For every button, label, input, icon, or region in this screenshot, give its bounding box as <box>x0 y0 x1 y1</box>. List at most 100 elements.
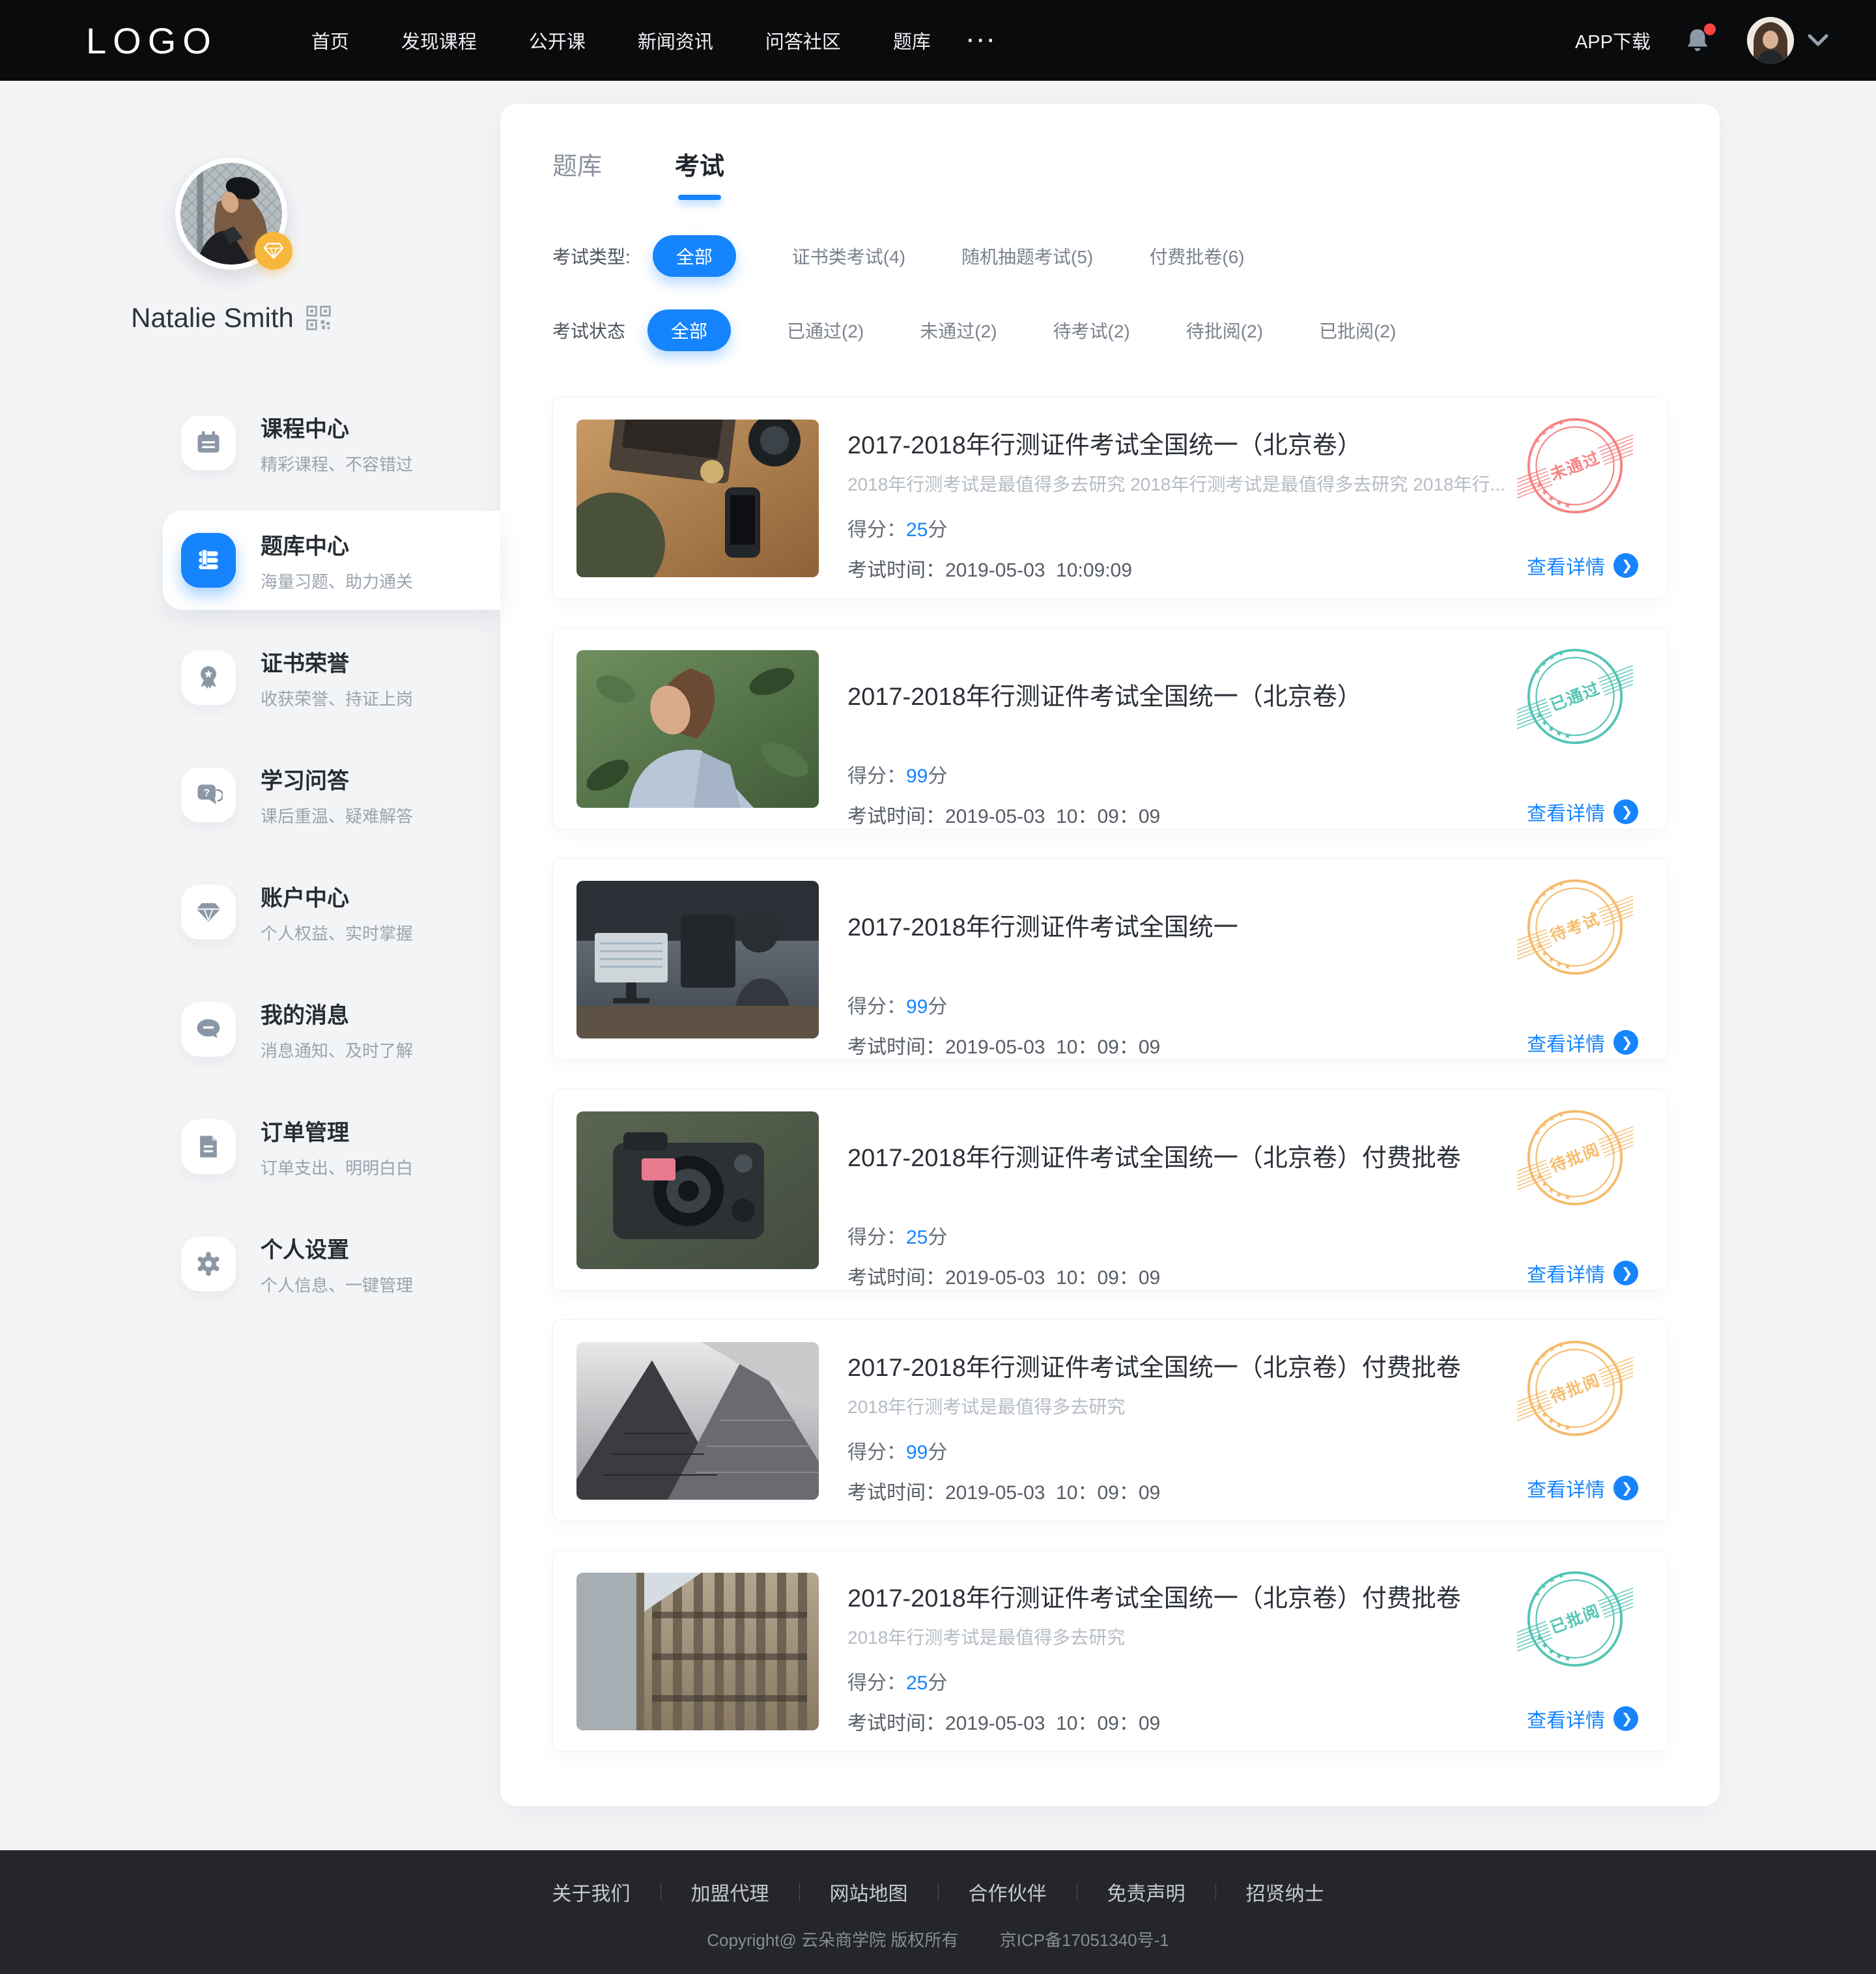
svg-text:已批阅: 已批阅 <box>1548 1601 1603 1637</box>
nav-item-home[interactable]: 首页 <box>311 27 349 54</box>
filter-option-all[interactable]: 全部 <box>652 235 736 277</box>
tab-question-bank[interactable]: 题库 <box>552 146 602 182</box>
arrow-right-icon: ❯ <box>1613 1476 1638 1500</box>
chevron-down-icon[interactable] <box>1807 33 1829 48</box>
notification-bell-icon[interactable] <box>1684 23 1716 55</box>
view-details-link[interactable]: 查看详情 ❯ <box>1527 1704 1638 1733</box>
svg-text:★ ★ ★ ★: ★ ★ ★ ★ <box>1531 648 1566 677</box>
active-tab-underline <box>678 195 722 200</box>
nav-item-qa-community[interactable]: 问答社区 <box>765 27 841 54</box>
gear-icon <box>181 1237 236 1291</box>
sidebar-item-order-management[interactable]: 订单管理 订单支出、明明白白 <box>163 1097 500 1196</box>
footer-link-partners[interactable]: 合作伙伴 <box>969 1878 1047 1906</box>
nav-item-discover-courses[interactable]: 发现课程 <box>401 27 477 54</box>
filter-option-passed[interactable]: 已通过(2) <box>787 317 864 343</box>
svg-text:★ ★ ★ ★: ★ ★ ★ ★ <box>1531 1339 1566 1369</box>
icp-number: 京ICP备17051340号-1 <box>999 1930 1169 1950</box>
view-details-link[interactable]: 查看详情 ❯ <box>1527 1028 1638 1057</box>
more-menu-icon[interactable]: ··· <box>967 29 998 53</box>
view-details-link[interactable]: 查看详情 ❯ <box>1527 551 1638 580</box>
view-details-link[interactable]: 查看详情 ❯ <box>1527 797 1638 826</box>
footer-links: 关于我们 加盟代理 网站地图 合作伙伴 免责声明 招贤纳士 <box>0 1850 1876 1906</box>
score-value: 99 <box>906 996 928 1018</box>
sidebar-item-course-center[interactable]: 课程中心 精彩课程、不容错过 <box>163 393 500 493</box>
vip-diamond-badge <box>255 232 292 270</box>
score-value: 25 <box>906 1227 928 1248</box>
nav-item-question-bank[interactable]: 题库 <box>893 27 931 54</box>
time-value: 2019-05-03 10：09：09 <box>945 1713 1161 1734</box>
filter-option-reviewed[interactable]: 已批阅(2) <box>1319 317 1396 343</box>
sidebar-item-personal-settings[interactable]: 个人设置 个人信息、一键管理 <box>163 1214 500 1313</box>
filter-option-certificate-exams[interactable]: 证书类考试(4) <box>792 243 905 269</box>
footer-link-sitemap[interactable]: 网站地图 <box>830 1878 908 1906</box>
time-value: 2019-05-03 10：09：09 <box>945 806 1161 827</box>
footer-link-recruitment[interactable]: 招贤纳士 <box>1246 1878 1324 1906</box>
exam-card: 2017-2018年行测证件考试全国统一（北京卷） 2018年行测考试是最值得多… <box>552 397 1668 599</box>
exam-title: 2017-2018年行测证件考试全国统一（北京卷） <box>847 683 1362 711</box>
nav-item-open-class[interactable]: 公开课 <box>529 27 586 54</box>
nav-user-avatar[interactable] <box>1747 17 1794 64</box>
user-profile: Natalie Smith <box>0 158 462 334</box>
svg-text:未通过: 未通过 <box>1548 448 1603 484</box>
sidebar-item-subtitle: 消息通知、及时了解 <box>261 1040 414 1061</box>
sidebar-item-learning-qa[interactable]: ? 学习问答 课后重温、疑难解答 <box>163 745 500 844</box>
logo[interactable]: LOGO <box>86 20 218 62</box>
order-document-icon <box>181 1119 236 1174</box>
score-value: 99 <box>906 765 928 787</box>
svg-text:★ ★ ★ ★: ★ ★ ★ ★ <box>1531 1570 1566 1599</box>
filter-option-failed[interactable]: 未通过(2) <box>920 317 997 343</box>
arrow-right-icon: ❯ <box>1613 799 1638 824</box>
sidebar-item-question-bank-center[interactable]: 题库中心 海量习题、助力通关 <box>163 511 500 610</box>
filter-option-to-review[interactable]: 待批阅(2) <box>1186 317 1263 343</box>
medal-icon <box>181 650 236 705</box>
exam-score: 得分：99分 <box>847 996 948 1018</box>
arrow-right-icon: ❯ <box>1613 1706 1638 1731</box>
qr-code-icon[interactable] <box>306 305 332 331</box>
top-nav: LOGO 首页 发现课程 公开课 新闻资讯 问答社区 题库 ··· APP下载 <box>0 0 1876 81</box>
main-panel: 题库 考试 考试类型: 全部 证书类考试(4) 随机抽题考试(5) 付费批卷(6… <box>500 104 1720 1806</box>
filter-option-to-take[interactable]: 待考试(2) <box>1053 317 1130 343</box>
exam-card: 2017-2018年行测证件考试全国统一（北京卷） 得分：99分 考试时间：20… <box>552 627 1668 829</box>
arrow-right-icon: ❯ <box>1613 1030 1638 1055</box>
exam-thumbnail-architecture <box>576 1342 819 1500</box>
footer: 关于我们 加盟代理 网站地图 合作伙伴 免责声明 招贤纳士 Copyright@… <box>0 1850 1876 1974</box>
sidebar-item-subtitle: 海量习题、助力通关 <box>261 571 414 592</box>
sidebar-item-title: 订单管理 <box>261 1120 349 1145</box>
nav-item-news[interactable]: 新闻资讯 <box>638 27 713 54</box>
sidebar-item-subtitle: 精彩课程、不容错过 <box>261 454 414 474</box>
message-bubble-icon <box>181 1002 236 1057</box>
svg-text:待批阅: 待批阅 <box>1548 1140 1603 1176</box>
sidebar-item-my-messages[interactable]: 我的消息 消息通知、及时了解 <box>163 980 500 1079</box>
svg-text:已通过: 已通过 <box>1548 679 1603 715</box>
exam-card: 2017-2018年行测证件考试全国统一（北京卷）付费批卷 2018年行测考试是… <box>552 1319 1668 1521</box>
footer-link-join-agency[interactable]: 加盟代理 <box>691 1878 769 1906</box>
arrow-right-icon: ❯ <box>1613 1261 1638 1285</box>
svg-text:★ ★ ★ ★: ★ ★ ★ ★ <box>1531 417 1566 446</box>
sidebar-item-subtitle: 订单支出、明明白白 <box>261 1158 414 1178</box>
exam-card: 2017-2018年行测证件考试全国统一（北京卷）付费批卷 得分：25分 考试时… <box>552 1089 1668 1291</box>
time-value: 2019-05-03 10：09：09 <box>945 1482 1161 1504</box>
exam-score: 得分：25分 <box>847 1672 948 1694</box>
app-download-link[interactable]: APP下载 <box>1575 27 1651 54</box>
tab-exam[interactable]: 考试 <box>675 146 724 200</box>
copyright: Copyright@ 云朵商学院 版权所有 京ICP备17051340号-1 <box>0 1927 1876 1951</box>
exam-title: 2017-2018年行测证件考试全国统一（北京卷） <box>847 432 1362 459</box>
filter-option-random-exams[interactable]: 随机抽题考试(5) <box>961 243 1093 269</box>
sidebar-menu: 课程中心 精彩课程、不容错过 题库中心 海量习题、助力通关 证书荣誉 收获荣誉、… <box>0 393 500 1313</box>
filter-label: 考试类型: <box>552 247 631 267</box>
sidebar-item-title: 个人设置 <box>261 1237 349 1263</box>
filter-option-paid-grading[interactable]: 付费批卷(6) <box>1149 243 1244 269</box>
exam-time: 考试时间：2019-05-03 10:09:09 <box>847 560 1132 581</box>
footer-link-about-us[interactable]: 关于我们 <box>552 1878 631 1906</box>
footer-link-disclaimer[interactable]: 免责声明 <box>1107 1878 1186 1906</box>
view-details-link[interactable]: 查看详情 ❯ <box>1527 1474 1638 1502</box>
time-value: 2019-05-03 10：09：09 <box>945 1037 1161 1058</box>
sidebar-item-title: 账户中心 <box>261 885 349 911</box>
exam-description: 2018年行测考试是最值得多去研究 2018年行测考试是最值得多去研究 2018… <box>847 474 1505 494</box>
sidebar-item-account-center[interactable]: 账户中心 个人权益、实时掌握 <box>163 863 500 962</box>
view-details-link[interactable]: 查看详情 ❯ <box>1527 1259 1638 1287</box>
exam-thumbnail-office-desk <box>576 881 819 1038</box>
filter-option-all[interactable]: 全部 <box>647 309 732 351</box>
notification-dot <box>1704 23 1716 35</box>
sidebar-item-certificates[interactable]: 证书荣誉 收获荣誉、持证上岗 <box>163 628 500 727</box>
